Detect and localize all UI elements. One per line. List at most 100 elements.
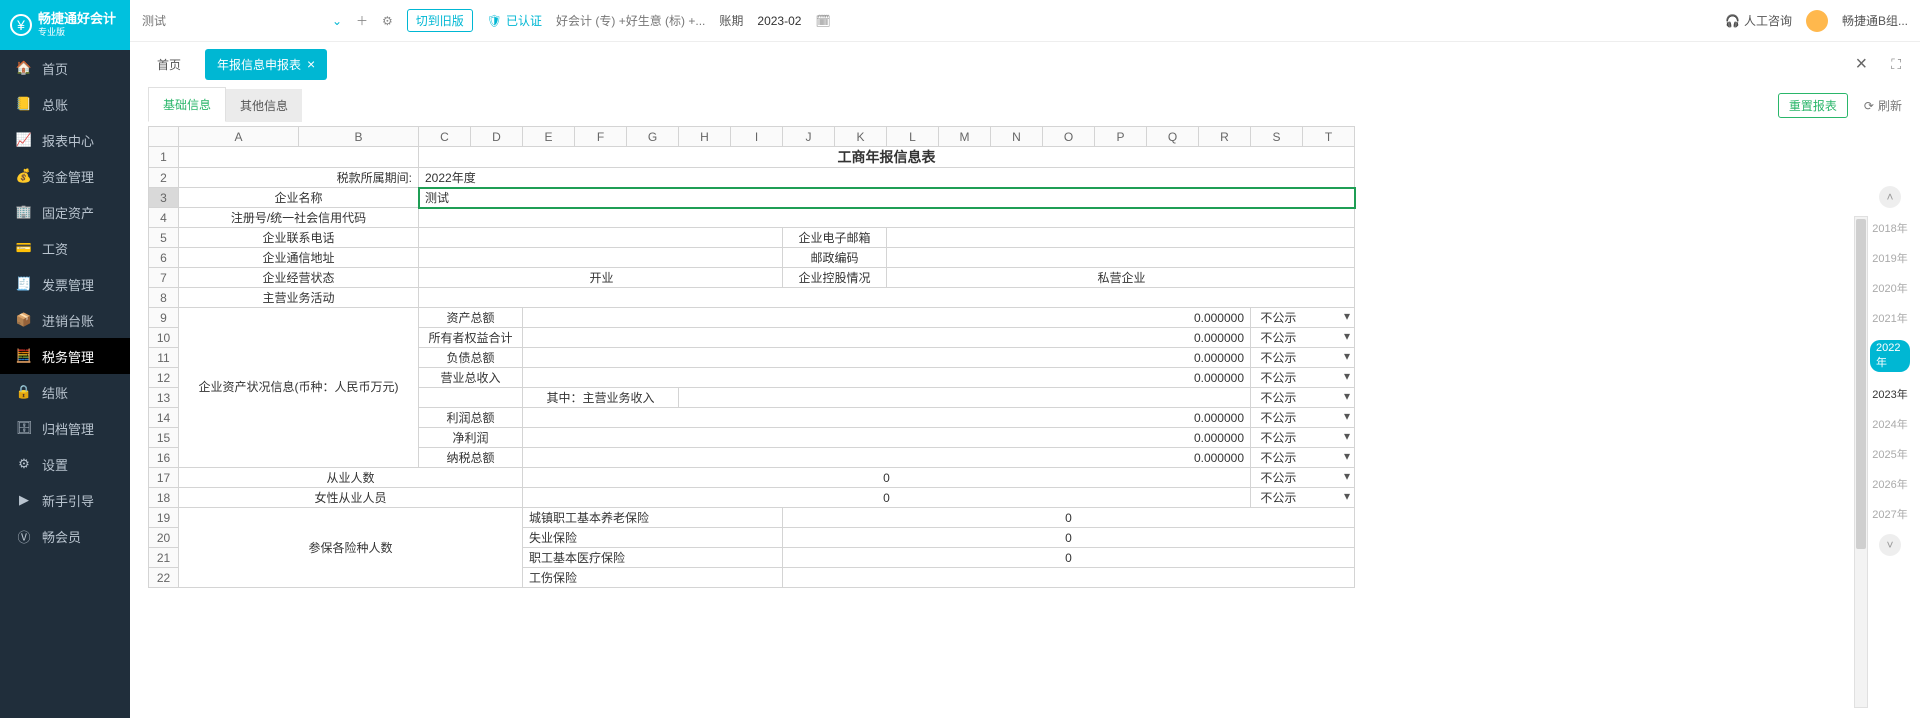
publish-select[interactable]: 不公示▾ <box>1251 408 1355 428</box>
row-header[interactable]: 14 <box>149 408 179 428</box>
cell[interactable] <box>419 248 783 268</box>
address-label[interactable]: 企业通信地址 <box>179 248 419 268</box>
sidebar-item-3[interactable]: 💰资金管理 <box>0 158 130 194</box>
cell[interactable] <box>887 228 1355 248</box>
add-icon[interactable]: ＋ <box>356 12 368 29</box>
sidebar-item-4[interactable]: 🏢固定资产 <box>0 194 130 230</box>
status-label[interactable]: 企业经营状态 <box>179 268 419 288</box>
cell[interactable] <box>887 248 1355 268</box>
support-link[interactable]: 🎧 人工咨询 <box>1725 12 1792 29</box>
col-header[interactable]: M <box>939 127 991 147</box>
row-header[interactable]: 2 <box>149 168 179 188</box>
sidebar-item-1[interactable]: 📒总账 <box>0 86 130 122</box>
cell[interactable] <box>179 147 419 168</box>
year-2025年[interactable]: 2025年 <box>1872 446 1907 462</box>
row-header[interactable]: 16 <box>149 448 179 468</box>
metric-value[interactable]: 0.000000 <box>523 408 1251 428</box>
period-value[interactable]: 2023-02 <box>757 14 801 28</box>
cell[interactable] <box>419 228 783 248</box>
col-header[interactable]: L <box>887 127 939 147</box>
row-header[interactable]: 5 <box>149 228 179 248</box>
col-header[interactable]: I <box>731 127 783 147</box>
row-header[interactable]: 22 <box>149 568 179 588</box>
holding-select[interactable]: 私营企业 <box>887 268 1355 288</box>
metric-value[interactable] <box>679 388 1251 408</box>
row-header[interactable]: 13 <box>149 388 179 408</box>
col-header[interactable] <box>149 127 179 147</box>
close-icon[interactable]: × <box>307 56 315 72</box>
col-header[interactable]: A <box>179 127 299 147</box>
year-2027年[interactable]: 2027年 <box>1872 506 1907 522</box>
publish-select[interactable]: 不公示▾ <box>1251 488 1355 508</box>
year-down-icon[interactable]: ˅ <box>1879 534 1901 556</box>
col-header[interactable]: B <box>299 127 419 147</box>
close-all-icon[interactable]: × <box>1848 53 1876 76</box>
status-select[interactable]: 开业 <box>419 268 783 288</box>
sidebar-item-9[interactable]: 🔒结账 <box>0 374 130 410</box>
year-2021年[interactable]: 2021年 <box>1872 310 1907 326</box>
cell[interactable] <box>419 208 1355 228</box>
metric-value[interactable]: 0.000000 <box>523 448 1251 468</box>
insurance-value[interactable]: 0 <box>783 548 1355 568</box>
scrollbar-thumb[interactable] <box>1856 219 1866 549</box>
metric-value[interactable]: 0.000000 <box>523 328 1251 348</box>
row-header[interactable]: 15 <box>149 428 179 448</box>
year-up-icon[interactable]: ˄ <box>1879 186 1901 208</box>
row-header[interactable]: 17 <box>149 468 179 488</box>
subtab-other[interactable]: 其他信息 <box>226 89 302 122</box>
row-header[interactable]: 11 <box>149 348 179 368</box>
row-header[interactable]: 10 <box>149 328 179 348</box>
year-2022年[interactable]: 2022年 <box>1870 340 1910 372</box>
holding-label[interactable]: 企业控股情况 <box>783 268 887 288</box>
row-header[interactable]: 12 <box>149 368 179 388</box>
calendar-icon[interactable]: 🗓 <box>815 14 830 28</box>
row-header[interactable]: 6 <box>149 248 179 268</box>
employees-label[interactable]: 从业人数 <box>179 468 523 488</box>
company-name-cell[interactable]: 测试 <box>419 188 1355 208</box>
female-value[interactable]: 0 <box>523 488 1251 508</box>
company-name-label[interactable]: 企业名称 <box>179 188 419 208</box>
insurance-value[interactable]: 0 <box>783 528 1355 548</box>
year-2024年[interactable]: 2024年 <box>1872 416 1907 432</box>
row-header[interactable]: 21 <box>149 548 179 568</box>
switch-old-button[interactable]: 切到旧版 <box>407 9 473 32</box>
user-name[interactable]: 畅捷通B组... <box>1842 12 1908 29</box>
row-header[interactable]: 1 <box>149 147 179 168</box>
company-select[interactable]: 测试 ⌄ <box>142 12 342 29</box>
col-header[interactable]: D <box>471 127 523 147</box>
publish-select[interactable]: 不公示▾ <box>1251 308 1355 328</box>
col-header[interactable]: S <box>1251 127 1303 147</box>
col-header[interactable]: R <box>1199 127 1251 147</box>
employees-value[interactable]: 0 <box>523 468 1251 488</box>
sheet-title[interactable]: 工商年报信息表 <box>419 147 1355 168</box>
sidebar-item-13[interactable]: Ⓥ畅会员 <box>0 518 130 554</box>
year-2026年[interactable]: 2026年 <box>1872 476 1907 492</box>
tab-annual-report[interactable]: 年报信息申报表 × <box>205 49 327 80</box>
vertical-scrollbar[interactable] <box>1854 216 1868 708</box>
refresh-button[interactable]: ⟳ 刷新 <box>1864 97 1902 114</box>
email-label[interactable]: 企业电子邮箱 <box>783 228 887 248</box>
row-header[interactable]: 18 <box>149 488 179 508</box>
row-header[interactable]: 19 <box>149 508 179 528</box>
row-header[interactable]: 7 <box>149 268 179 288</box>
main-biz-label[interactable]: 主营业务活动 <box>179 288 419 308</box>
reg-no-label[interactable]: 注册号/统一社会信用代码 <box>179 208 419 228</box>
postcode-label[interactable]: 邮政编码 <box>783 248 887 268</box>
insurance-value[interactable]: 0 <box>783 508 1355 528</box>
row-header[interactable]: 20 <box>149 528 179 548</box>
sidebar-item-8[interactable]: 🧮税务管理 <box>0 338 130 374</box>
sidebar-item-11[interactable]: ⚙设置 <box>0 446 130 482</box>
publish-select[interactable]: 不公示▾ <box>1251 388 1355 408</box>
sidebar-item-2[interactable]: 📈报表中心 <box>0 122 130 158</box>
row-header[interactable]: 9 <box>149 308 179 328</box>
metric-value[interactable]: 0.000000 <box>523 308 1251 328</box>
sidebar-item-5[interactable]: 💳工资 <box>0 230 130 266</box>
col-header[interactable]: H <box>679 127 731 147</box>
col-header[interactable]: Q <box>1147 127 1199 147</box>
publish-select[interactable]: 不公示▾ <box>1251 348 1355 368</box>
sidebar-item-6[interactable]: 🧾发票管理 <box>0 266 130 302</box>
period-label[interactable]: 税款所属期间: <box>179 168 419 188</box>
col-header[interactable]: K <box>835 127 887 147</box>
sidebar-item-7[interactable]: 📦进销台账 <box>0 302 130 338</box>
year-2020年[interactable]: 2020年 <box>1872 280 1907 296</box>
